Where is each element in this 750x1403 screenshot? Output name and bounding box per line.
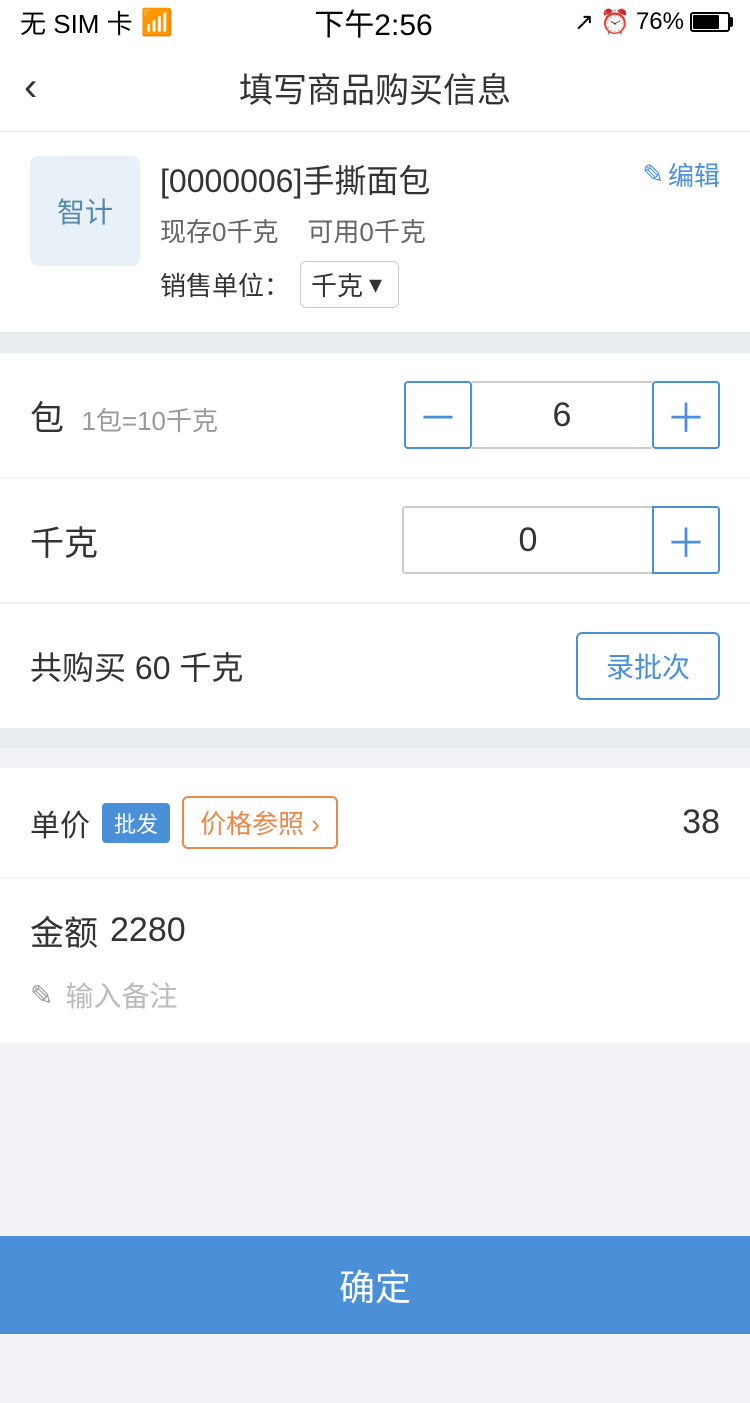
product-stock: 现存0千克 可用0千克: [160, 212, 622, 249]
remark-placeholder[interactable]: 输入备注: [65, 975, 177, 1015]
package-plus-button[interactable]: ＋: [652, 381, 720, 449]
price-label: 单价: [30, 801, 90, 845]
product-unit-row: 销售单位： 千克 ▾: [160, 261, 622, 308]
package-minus-button[interactable]: －: [404, 381, 472, 449]
edit-label: 编辑: [668, 156, 720, 193]
battery-icon: [690, 12, 730, 32]
page-title: 填写商品购买信息: [239, 63, 511, 112]
main-content-bg: [0, 1043, 750, 1403]
product-name: [0000006]手撕面包: [160, 156, 622, 202]
package-input-row: 包 1包=10千克 － ＋: [0, 353, 750, 478]
kg-plus-button[interactable]: ＋: [652, 506, 720, 574]
product-logo: 智计: [57, 191, 113, 231]
price-ref-button[interactable]: 价格参照 ›: [182, 796, 338, 849]
kg-label: 千克: [30, 516, 402, 565]
status-right: ↗ ⏰ 76%: [574, 8, 730, 37]
back-button[interactable]: ‹: [24, 65, 37, 110]
amount-label: 金额: [30, 906, 98, 955]
package-label-text: 包: [30, 400, 64, 438]
package-stepper: － ＋: [404, 381, 720, 449]
amount-section: 金额 2280 ✎ 输入备注: [0, 877, 750, 1043]
product-image: 智计: [30, 156, 140, 266]
kg-input[interactable]: [402, 506, 652, 574]
stock-label: 现存0千克: [160, 217, 278, 247]
input-section: 包 1包=10千克 － ＋ 千克 ＋: [0, 353, 750, 603]
nav-bar: ‹ 填写商品购买信息: [0, 44, 750, 132]
unit-select[interactable]: 千克 ▾: [300, 261, 399, 308]
chevron-down-icon: ▾: [369, 269, 382, 300]
section-divider-1: [0, 333, 750, 353]
batch-button[interactable]: 录批次: [576, 632, 720, 700]
summary-row: 共购买 60 千克 录批次: [0, 603, 750, 728]
battery-label: 76%: [636, 8, 684, 36]
remark-row[interactable]: ✎ 输入备注: [30, 975, 720, 1015]
confirm-button-label: 确定: [339, 1259, 411, 1311]
location-icon: ↗: [574, 8, 594, 37]
kg-stepper: ＋: [402, 506, 720, 574]
price-value: 38: [682, 803, 720, 842]
wifi-icon: 📶: [141, 7, 173, 38]
alarm-icon: ⏰: [600, 8, 630, 37]
section-divider-2: [0, 728, 750, 748]
sim-label: 无 SIM 卡: [20, 4, 133, 41]
unit-value: 千克: [311, 266, 363, 303]
price-section: 单价 批发 价格参照 › 38: [0, 768, 750, 877]
package-input[interactable]: [472, 381, 652, 449]
status-time: 下午2:56: [314, 0, 432, 44]
product-info: [0000006]手撕面包 现存0千克 可用0千克 销售单位： 千克 ▾: [160, 156, 622, 308]
kg-input-row: 千克 ＋: [0, 478, 750, 603]
product-card: 智计 [0000006]手撕面包 现存0千克 可用0千克 销售单位： 千克 ▾ …: [0, 132, 750, 333]
price-tag: 批发: [102, 803, 170, 843]
available-label: 可用0千克: [307, 217, 425, 247]
package-label: 包 1包=10千克: [30, 391, 404, 440]
package-hint: 1包=10千克: [81, 406, 218, 436]
amount-row: 金额 2280: [30, 906, 720, 955]
edit-icon: ✎: [642, 159, 664, 190]
price-row: 单价 批发 价格参照 › 38: [0, 768, 750, 877]
confirm-button-bar[interactable]: 确定: [0, 1236, 750, 1334]
unit-label: 销售单位：: [160, 266, 290, 303]
amount-value: 2280: [110, 911, 186, 950]
status-left: 无 SIM 卡 📶: [20, 4, 173, 41]
edit-button[interactable]: ✎ 编辑: [642, 156, 720, 193]
status-bar: 无 SIM 卡 📶 下午2:56 ↗ ⏰ 76%: [0, 0, 750, 44]
pencil-icon: ✎: [30, 979, 53, 1012]
summary-text: 共购买 60 千克: [30, 643, 243, 689]
